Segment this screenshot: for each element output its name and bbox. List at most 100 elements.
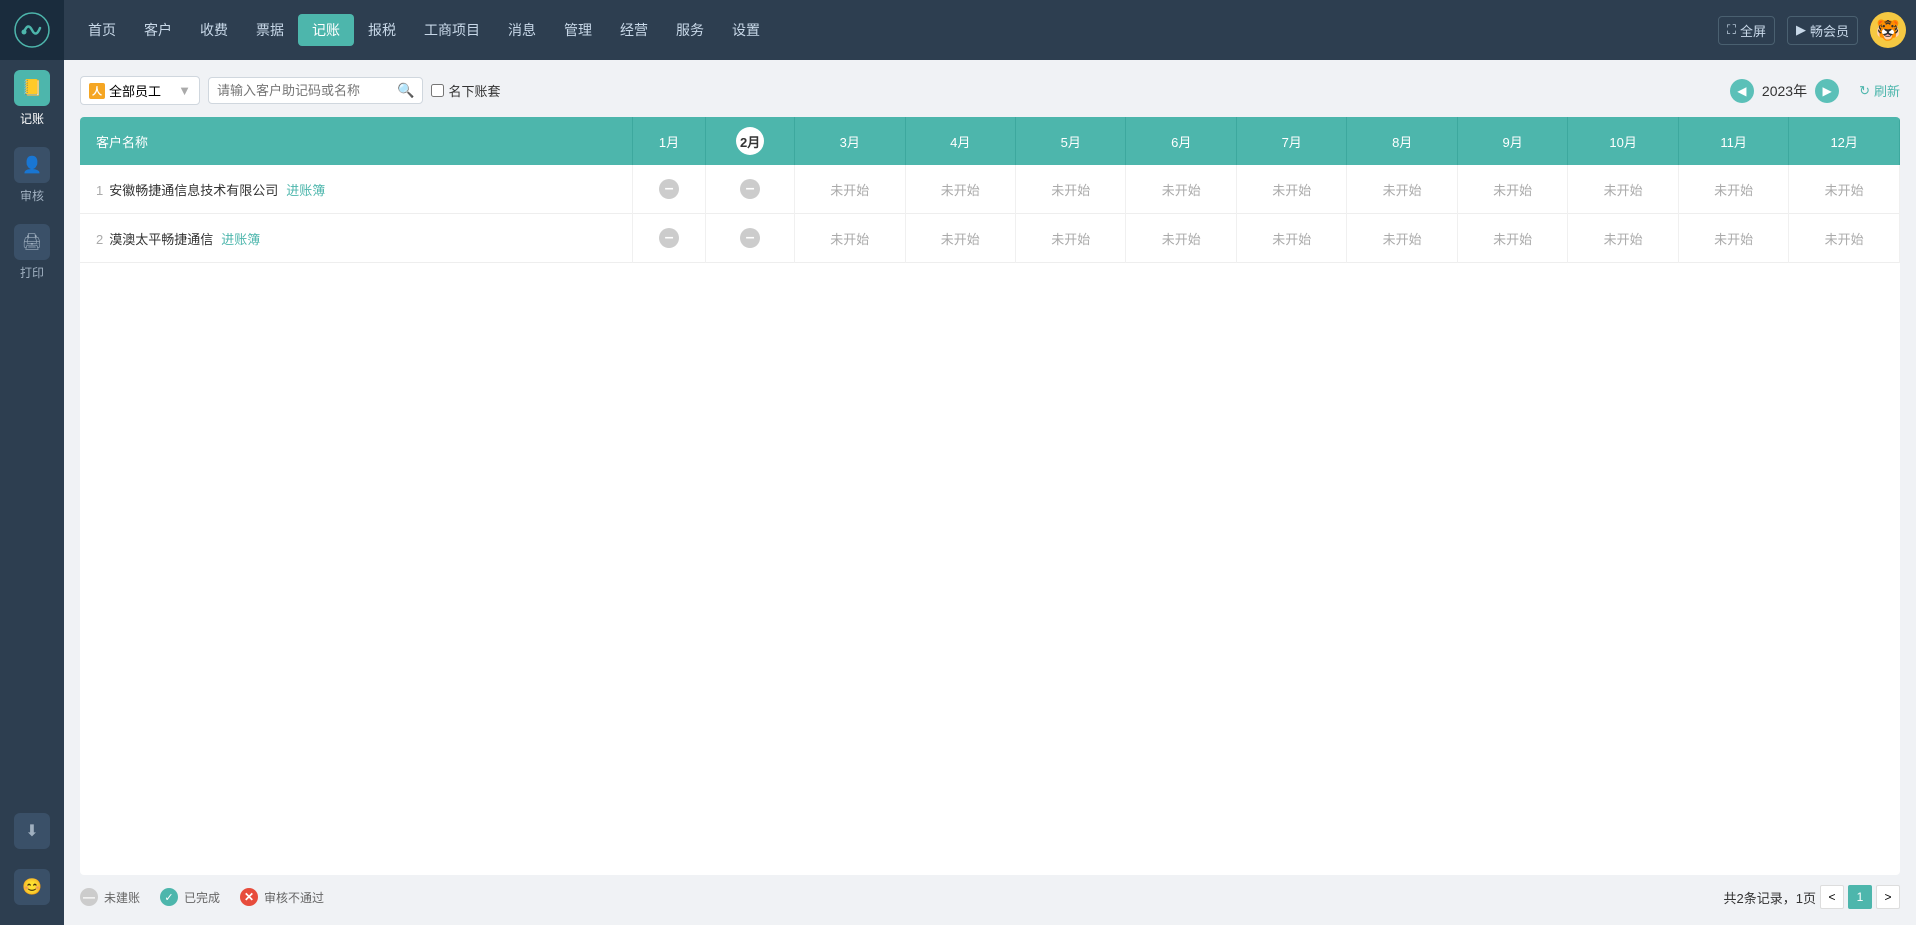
table-header-row: 客户名称 1月 2月 3月 4月 5月 6月 7月 8月 9月 10月 11月 …	[80, 117, 1900, 165]
vip-icon: ▶	[1796, 22, 1806, 38]
table-row: 1安徽畅捷通信息技术有限公司进账簿––未开始未开始未开始未开始未开始未开始未开始…	[80, 165, 1900, 214]
nav-bizitems[interactable]: 工商项目	[410, 14, 494, 46]
col-may: 5月	[1015, 117, 1125, 165]
search-input[interactable]	[217, 83, 393, 98]
page-1-button[interactable]: 1	[1848, 885, 1872, 909]
client-cell: 1 安徽畅捷通信息技术有限公司进账簿	[80, 165, 632, 214]
nav-home[interactable]: 首页	[74, 14, 130, 46]
nav-settings[interactable]: 设置	[718, 14, 774, 46]
nav-fees[interactable]: 收费	[186, 14, 242, 46]
month-cell-12: 未开始	[1789, 214, 1900, 263]
content-area: 人 全部员工 ▼ 🔍 名下账套 ◀ 2023年 ▶ ↻ 刷新	[64, 60, 1916, 925]
app-logo	[0, 0, 64, 60]
month-cell-2: –	[706, 214, 795, 263]
status-not-started: 未开始	[830, 183, 869, 198]
my-account-checkbox-label[interactable]: 名下账套	[431, 81, 500, 100]
col-apr: 4月	[905, 117, 1015, 165]
table-row: 2漠澳太平畅捷通信进账簿 – – 未开始 未开始 未开始 未开始 未开始 未开始 未开始 未开始 未开…	[80, 214, 1900, 263]
sidebar-item-user2[interactable]: 😊	[0, 859, 64, 915]
col-oct: 10月	[1568, 117, 1678, 165]
bookkeeping-icon: 📒	[14, 70, 50, 106]
search-button[interactable]: 🔍	[397, 82, 414, 99]
month-cell-2: –	[706, 165, 795, 214]
row-index: 2	[96, 232, 103, 247]
col-jan: 1月	[632, 117, 705, 165]
status-not-started: 未开始	[941, 183, 980, 198]
status-not-started: 未开始	[1714, 232, 1753, 247]
refresh-label: 刷新	[1874, 81, 1900, 100]
status-not-started: 未开始	[1383, 232, 1422, 247]
month-cell-7: 未开始	[1236, 165, 1346, 214]
status-not-started: 未开始	[1493, 232, 1532, 247]
next-page-button[interactable]: >	[1876, 885, 1900, 909]
nav-client[interactable]: 客户	[130, 14, 186, 46]
user2-icon: 😊	[14, 869, 50, 905]
status-not-started: 未开始	[830, 232, 869, 247]
status-dash: –	[659, 228, 679, 248]
enter-link[interactable]: 进账簿	[221, 232, 260, 247]
client-cell: 2漠澳太平畅捷通信进账簿	[80, 214, 632, 263]
client-name: 安徽畅捷通信息技术有限公司	[109, 183, 278, 198]
nav-message[interactable]: 消息	[494, 14, 550, 46]
my-account-checkbox[interactable]	[431, 84, 444, 97]
avatar[interactable]: 🐯	[1870, 12, 1906, 48]
search-box: 🔍	[208, 77, 423, 104]
prev-year-button[interactable]: ◀	[1730, 79, 1754, 103]
nav-bookkeeping[interactable]: 记账	[298, 14, 354, 46]
sidebar-item-bookkeeping[interactable]: 📒 记账	[0, 60, 64, 137]
refresh-button[interactable]: ↻ 刷新	[1859, 81, 1900, 100]
nav-ops[interactable]: 经营	[606, 14, 662, 46]
sidebar-item-print[interactable]: 🖨 打印	[0, 214, 64, 291]
status-not-started: 未开始	[1162, 183, 1201, 198]
col-mar: 3月	[795, 117, 905, 165]
status-not-started: 未开始	[941, 232, 980, 247]
col-client-name: 客户名称	[80, 117, 632, 165]
toolbar: 人 全部员工 ▼ 🔍 名下账套 ◀ 2023年 ▶ ↻ 刷新	[80, 76, 1900, 105]
my-account-label: 名下账套	[448, 81, 500, 100]
col-sep: 9月	[1457, 117, 1567, 165]
employee-icon: 人	[89, 83, 105, 99]
current-month-badge: 2月	[736, 127, 764, 155]
sidebar-item-download[interactable]: ⬇	[0, 803, 64, 859]
month-cell-3: 未开始	[795, 214, 905, 263]
vip-button[interactable]: ▶ 畅会员	[1787, 16, 1858, 45]
legend-not-built-label: 未建账	[104, 889, 140, 906]
status-dash: –	[740, 179, 760, 199]
status-not-started: 未开始	[1272, 232, 1311, 247]
nav-invoice[interactable]: 票据	[242, 14, 298, 46]
row-index: 1	[96, 183, 103, 198]
month-cell-10: 未开始	[1568, 165, 1678, 214]
month-cell-3: 未开始	[795, 165, 905, 214]
nav-tax[interactable]: 报税	[354, 14, 410, 46]
sidebar-item-audit[interactable]: 👤 审核	[0, 137, 64, 214]
col-jul: 7月	[1236, 117, 1346, 165]
sidebar-item-bookkeeping-label: 记账	[20, 110, 44, 127]
top-nav: 首页 客户 收费 票据 记账 报税 工商项目 消息 管理 经营 服务 设置 ⛶ …	[64, 0, 1916, 60]
legend-rejected: ✕ 审核不通过	[240, 888, 324, 906]
nav-service[interactable]: 服务	[662, 14, 718, 46]
status-not-started: 未开始	[1383, 183, 1422, 198]
footer: — 未建账 ✓ 已完成 ✕ 审核不通过 共2条记录，1页 < 1 >	[80, 875, 1900, 909]
col-aug: 8月	[1347, 117, 1457, 165]
next-year-button[interactable]: ▶	[1815, 79, 1839, 103]
month-cell-9: 未开始	[1457, 165, 1567, 214]
status-not-started: 未开始	[1051, 232, 1090, 247]
prev-page-button[interactable]: <	[1820, 885, 1844, 909]
month-cell-6: 未开始	[1126, 165, 1236, 214]
main-table: 客户名称 1月 2月 3月 4月 5月 6月 7月 8月 9月 10月 11月 …	[80, 117, 1900, 263]
employee-select[interactable]: 人 全部员工 ▼	[80, 76, 200, 105]
legend-not-built: — 未建账	[80, 888, 140, 906]
avatar-icon: 🐯	[1876, 18, 1901, 43]
print-icon: 🖨	[14, 224, 50, 260]
fullscreen-button[interactable]: ⛶ 全屏	[1718, 16, 1775, 45]
month-cell-6: 未开始	[1126, 214, 1236, 263]
month-cell-1: –	[632, 214, 705, 263]
sidebar-item-audit-label: 审核	[20, 187, 44, 204]
vip-label: 畅会员	[1810, 21, 1849, 40]
nav-manage[interactable]: 管理	[550, 14, 606, 46]
nav-right: ⛶ 全屏 ▶ 畅会员 🐯	[1718, 12, 1906, 48]
col-nov: 11月	[1678, 117, 1788, 165]
enter-link[interactable]: 进账簿	[286, 183, 325, 198]
status-not-started: 未开始	[1604, 232, 1643, 247]
status-not-started: 未开始	[1825, 232, 1864, 247]
